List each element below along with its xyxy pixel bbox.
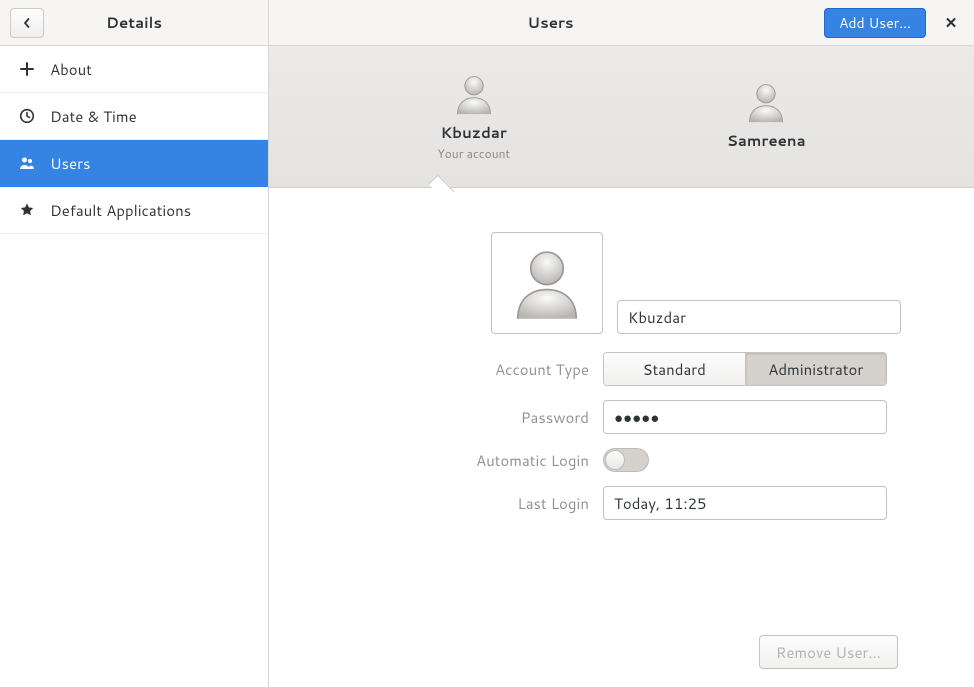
sidebar-item-label: Users (50, 153, 90, 174)
user-card-samreena[interactable]: Samreena (727, 80, 806, 153)
account-type-standard[interactable]: Standard (604, 353, 746, 385)
switch-knob (605, 450, 625, 470)
sidebar-item-label: Date & Time (50, 106, 137, 127)
plus-icon (18, 60, 36, 78)
user-form: Kbuzdar Account Type Standard Administra… (269, 188, 974, 687)
last-login-value: Today, 11:25 (614, 493, 707, 514)
clock-icon (18, 107, 36, 125)
sidebar-title: Details (44, 12, 268, 33)
sidebar-items: About Date & Time Users Default Applicat… (0, 46, 268, 687)
users-icon (18, 154, 36, 172)
main-pane: Users Add User… ✕ Kbuzdar Your account S… (269, 0, 974, 687)
sidebar-item-label: About (50, 59, 92, 80)
password-label: Password (329, 407, 589, 428)
full-name-field[interactable]: Kbuzdar (617, 300, 901, 334)
add-user-button[interactable]: Add User… (824, 8, 926, 38)
password-field[interactable]: ●●●●● (603, 400, 887, 434)
page-title: Users (277, 12, 824, 33)
user-name: Samreena (727, 130, 806, 151)
account-type-label: Account Type (329, 359, 589, 380)
main-header: Users Add User… ✕ (269, 0, 974, 46)
avatar-icon (508, 244, 586, 322)
avatar-icon (452, 72, 496, 116)
sidebar-item-users[interactable]: Users (0, 140, 268, 187)
last-login-label: Last Login (329, 493, 589, 514)
star-icon (18, 201, 36, 219)
avatar-picker[interactable] (491, 232, 603, 334)
bottom-bar: Remove User… (329, 619, 914, 687)
auto-login-switch[interactable] (603, 448, 649, 472)
auto-login-label: Automatic Login (329, 450, 589, 471)
account-type-segmented: Standard Administrator (603, 352, 887, 386)
user-strip: Kbuzdar Your account Samreena (269, 46, 974, 188)
sidebar-item-datetime[interactable]: Date & Time (0, 93, 268, 140)
chevron-left-icon (22, 18, 32, 28)
sidebar: Details About Date & Time Users Default … (0, 0, 269, 687)
sidebar-item-default-apps[interactable]: Default Applications (0, 187, 268, 234)
sidebar-item-label: Default Applications (50, 200, 191, 221)
remove-user-button[interactable]: Remove User… (759, 635, 898, 669)
full-name-value: Kbuzdar (628, 307, 686, 328)
user-subtitle: Your account (437, 145, 510, 162)
close-button[interactable]: ✕ (936, 8, 966, 38)
user-card-kbuzdar[interactable]: Kbuzdar Your account (437, 72, 510, 162)
avatar-icon (744, 80, 788, 124)
password-value: ●●●●● (614, 407, 659, 428)
close-icon: ✕ (945, 12, 958, 33)
account-type-administrator[interactable]: Administrator (746, 353, 887, 385)
sidebar-header: Details (0, 0, 268, 46)
user-name: Kbuzdar (437, 122, 510, 143)
sidebar-item-about[interactable]: About (0, 46, 268, 93)
last-login-field[interactable]: Today, 11:25 (603, 486, 887, 520)
back-button[interactable] (10, 8, 44, 38)
